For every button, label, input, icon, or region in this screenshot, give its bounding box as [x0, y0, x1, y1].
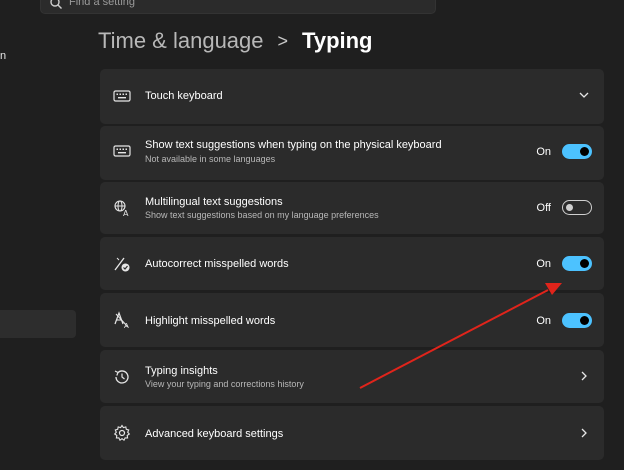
toggle-state-label: On — [536, 146, 551, 158]
chevron-down-icon[interactable] — [578, 89, 590, 101]
chevron-right-icon[interactable] — [578, 370, 590, 382]
chevron-right-icon[interactable] — [578, 427, 590, 439]
row-title: Touch keyboard — [145, 90, 223, 102]
autocorrect-toggle[interactable] — [562, 256, 592, 271]
multilingual-row: A Multilingual text suggestions Show tex… — [100, 182, 604, 234]
row-subtitle: Not available in some languages — [145, 154, 276, 164]
autocorrect-icon — [112, 254, 132, 274]
highlight-row: A Highlight misspelled words On — [100, 293, 604, 347]
text-suggestions-row: Show text suggestions when typing on the… — [100, 126, 604, 180]
row-subtitle: View your typing and corrections history — [145, 379, 304, 389]
svg-text:A: A — [123, 209, 129, 218]
sidebar: n — [0, 0, 84, 470]
highlight-toggle[interactable] — [562, 313, 592, 328]
search-box[interactable]: Find a setting — [40, 0, 436, 14]
typing-insights-row[interactable]: Typing insights View your typing and cor… — [100, 350, 604, 403]
history-icon — [112, 367, 132, 387]
keyboard-icon — [112, 86, 132, 106]
sidebar-text-fragment: n — [0, 50, 7, 62]
row-title: Highlight misspelled words — [145, 315, 276, 327]
advanced-keyboard-row[interactable]: Advanced keyboard settings — [100, 406, 604, 460]
toggle-state-label: On — [536, 258, 551, 270]
highlight-icon: A — [112, 310, 132, 330]
multilingual-icon: A — [112, 198, 132, 218]
row-title: Multilingual text suggestions — [145, 196, 283, 208]
row-title: Show text suggestions when typing on the… — [145, 139, 442, 151]
row-title: Autocorrect misspelled words — [145, 258, 289, 270]
row-title: Advanced keyboard settings — [145, 428, 284, 440]
page-title: Time & language > Typing — [98, 28, 373, 54]
multilingual-toggle[interactable] — [562, 200, 592, 215]
touch-keyboard-row[interactable]: Touch keyboard — [100, 69, 604, 124]
text-suggestions-toggle[interactable] — [562, 144, 592, 159]
autocorrect-row: Autocorrect misspelled words On — [100, 237, 604, 290]
gear-icon — [112, 423, 132, 443]
row-title: Typing insights — [145, 365, 218, 377]
breadcrumb-current: Typing — [302, 28, 373, 53]
sidebar-item-selected[interactable] — [0, 310, 76, 338]
search-input[interactable]: Find a setting — [69, 0, 135, 8]
breadcrumb-time-language[interactable]: Time & language — [98, 28, 264, 54]
search-icon — [49, 0, 63, 10]
breadcrumb-separator: > — [277, 30, 289, 51]
toggle-state-label: Off — [536, 202, 551, 214]
toggle-state-label: On — [536, 315, 551, 327]
keyboard-icon — [112, 141, 132, 161]
svg-text:A: A — [124, 322, 129, 330]
row-subtitle: Show text suggestions based on my langua… — [145, 210, 379, 220]
